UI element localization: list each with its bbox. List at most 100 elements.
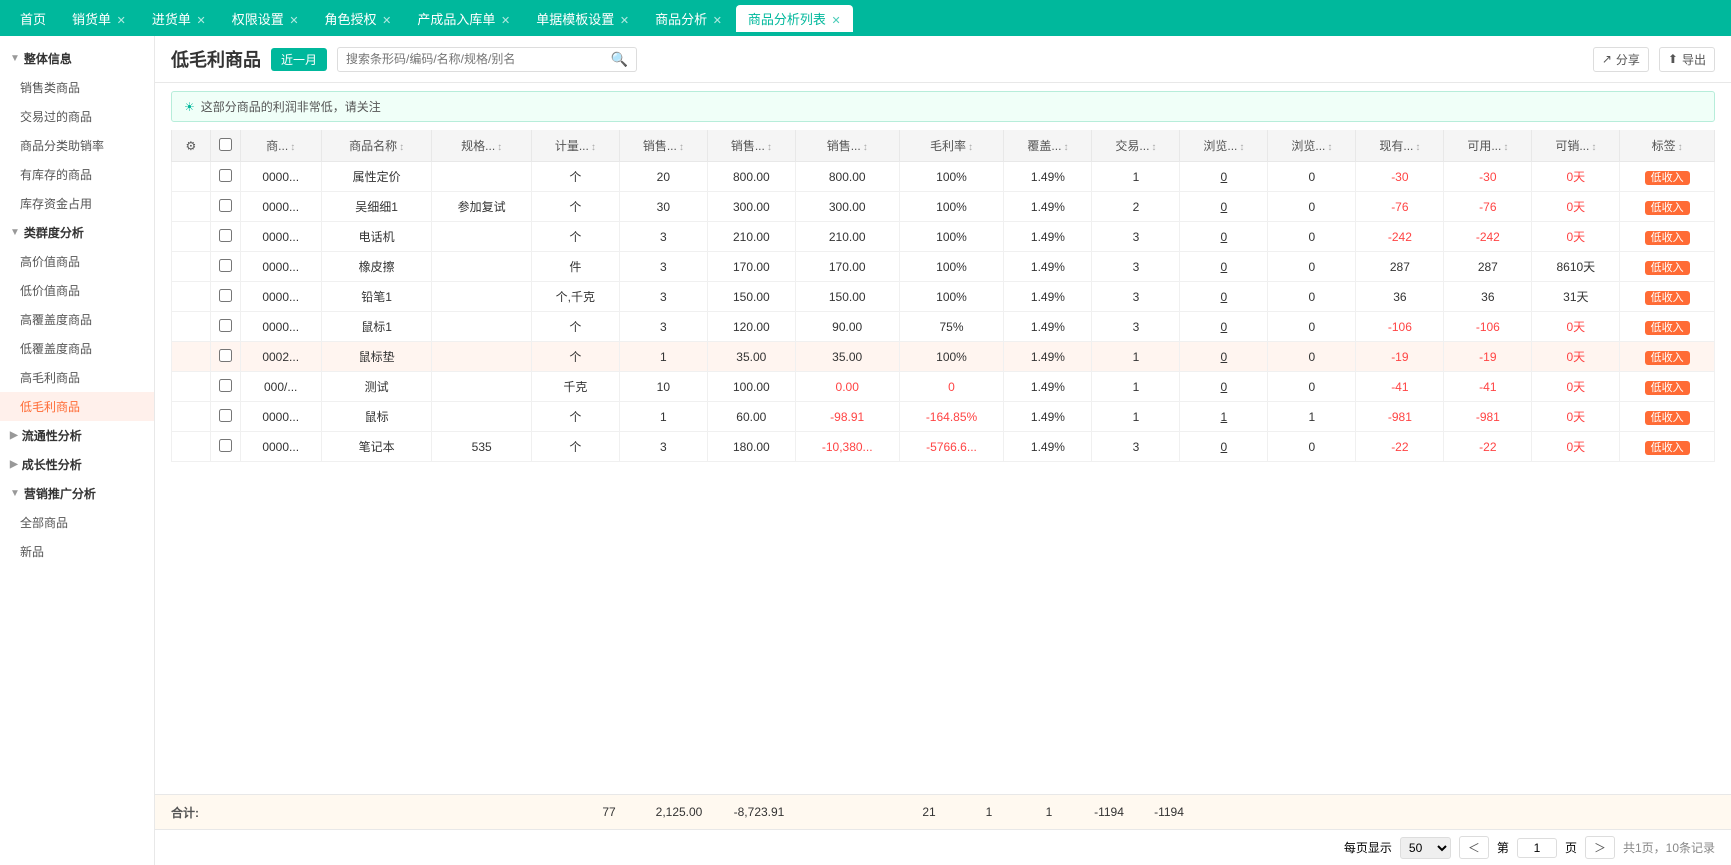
select-all-checkbox[interactable]: [219, 138, 232, 151]
share-button[interactable]: ↗ 分享: [1593, 47, 1649, 72]
sidebar-item-in-stock[interactable]: 有库存的商品: [0, 160, 154, 189]
col-sales-profit[interactable]: 销售...↕: [795, 130, 899, 162]
sidebar-item-category-rate[interactable]: 商品分类助销率: [0, 131, 154, 160]
cell-view1[interactable]: 0: [1180, 162, 1268, 192]
row-checkbox[interactable]: [219, 259, 232, 272]
cell-checkbox[interactable]: [210, 252, 240, 282]
cell-checkbox[interactable]: [210, 342, 240, 372]
search-input[interactable]: [346, 52, 611, 66]
cell-checkbox[interactable]: [210, 372, 240, 402]
sidebar-group-overall[interactable]: ▼ 整体信息: [0, 44, 154, 73]
cell-checkbox[interactable]: [210, 432, 240, 462]
nav-permissions[interactable]: 权限设置 ✕: [220, 5, 311, 32]
col-view1[interactable]: 浏览...↕: [1180, 130, 1268, 162]
nav-home[interactable]: 首页: [8, 5, 58, 32]
sidebar-group-cluster[interactable]: ▼ 类群度分析: [0, 218, 154, 247]
view1-value[interactable]: 0: [1221, 290, 1228, 304]
row-checkbox[interactable]: [219, 229, 232, 242]
nav-purchase-order[interactable]: 进货单 ✕: [140, 5, 218, 32]
nav-close-role[interactable]: ✕: [382, 15, 391, 27]
row-checkbox[interactable]: [219, 349, 232, 362]
page-size-select[interactable]: 50 100 200: [1400, 837, 1451, 859]
cell-checkbox[interactable]: [210, 162, 240, 192]
nav-close-analysis-list[interactable]: ✕: [832, 15, 841, 27]
row-checkbox[interactable]: [219, 379, 232, 392]
view1-value[interactable]: 0: [1221, 380, 1228, 394]
sidebar-item-low-margin[interactable]: 低毛利商品: [0, 392, 154, 421]
cell-checkbox[interactable]: [210, 282, 240, 312]
nav-product-analysis[interactable]: 商品分析 ✕: [643, 5, 734, 32]
cell-view1[interactable]: 0: [1180, 432, 1268, 462]
search-box[interactable]: 🔍: [337, 47, 637, 72]
nav-role-auth[interactable]: 角色授权 ✕: [313, 5, 404, 32]
row-checkbox[interactable]: [219, 199, 232, 212]
col-code[interactable]: 商...↕: [240, 130, 321, 162]
col-sales-qty[interactable]: 销售...↕: [619, 130, 707, 162]
nav-close-product[interactable]: ✕: [501, 15, 510, 27]
cell-view1[interactable]: 0: [1180, 372, 1268, 402]
sidebar-item-low-coverage[interactable]: 低覆盖度商品: [0, 334, 154, 363]
col-current-stock[interactable]: 现有...↕: [1356, 130, 1444, 162]
export-button[interactable]: ⬆ 导出: [1659, 47, 1715, 72]
row-checkbox[interactable]: [219, 409, 232, 422]
sidebar-group-growth[interactable]: ▶ 成长性分析: [0, 450, 154, 479]
col-sales-amount[interactable]: 销售...↕: [707, 130, 795, 162]
cell-view1[interactable]: 0: [1180, 312, 1268, 342]
cell-view1[interactable]: 0: [1180, 282, 1268, 312]
view1-value[interactable]: 0: [1221, 170, 1228, 184]
nav-product-entry[interactable]: 产成品入库单 ✕: [405, 5, 522, 32]
sidebar-item-new-goods[interactable]: 新品: [0, 537, 154, 566]
col-spec[interactable]: 规格...↕: [432, 130, 531, 162]
col-gross-margin[interactable]: 毛利率↕: [899, 130, 1004, 162]
col-view2[interactable]: 浏览...↕: [1268, 130, 1356, 162]
cell-checkbox[interactable]: [210, 192, 240, 222]
nav-product-analysis-list[interactable]: 商品分析列表 ✕: [736, 5, 853, 32]
nav-close-permissions[interactable]: ✕: [289, 15, 298, 27]
col-transaction[interactable]: 交易...↕: [1092, 130, 1180, 162]
cell-view1[interactable]: 0: [1180, 342, 1268, 372]
sidebar-item-high-coverage[interactable]: 高覆盖度商品: [0, 305, 154, 334]
nav-close-sales[interactable]: ✕: [117, 15, 126, 27]
row-checkbox[interactable]: [219, 319, 232, 332]
col-tag[interactable]: 标签↕: [1620, 130, 1715, 162]
col-saleable[interactable]: 可销...↕: [1532, 130, 1620, 162]
nav-close-analysis[interactable]: ✕: [713, 15, 722, 27]
col-name[interactable]: 商品名称↕: [321, 130, 432, 162]
sidebar-item-traded-goods[interactable]: 交易过的商品: [0, 102, 154, 131]
nav-close-purchase[interactable]: ✕: [196, 15, 205, 27]
col-coverage[interactable]: 覆盖...↕: [1004, 130, 1092, 162]
date-filter-button[interactable]: 近一月: [271, 48, 327, 71]
cell-checkbox[interactable]: [210, 222, 240, 252]
row-checkbox[interactable]: [219, 439, 232, 452]
cell-view1[interactable]: 0: [1180, 252, 1268, 282]
row-checkbox[interactable]: [219, 289, 232, 302]
sidebar-item-capital[interactable]: 库存资金占用: [0, 189, 154, 218]
prev-page-button[interactable]: ＜: [1459, 836, 1489, 859]
nav-template-settings[interactable]: 单据模板设置 ✕: [524, 5, 641, 32]
col-checkbox-all[interactable]: [210, 130, 240, 162]
sidebar-item-all-goods[interactable]: 全部商品: [0, 508, 154, 537]
cell-checkbox[interactable]: [210, 402, 240, 432]
sidebar-group-liquidity[interactable]: ▶ 流通性分析: [0, 421, 154, 450]
col-available[interactable]: 可用...↕: [1444, 130, 1532, 162]
view1-value[interactable]: 0: [1221, 200, 1228, 214]
view1-value[interactable]: 0: [1221, 440, 1228, 454]
col-unit[interactable]: 计量...↕: [531, 130, 619, 162]
sidebar-item-low-value[interactable]: 低价值商品: [0, 276, 154, 305]
sidebar-group-marketing[interactable]: ▼ 营销推广分析: [0, 479, 154, 508]
sidebar-item-high-value[interactable]: 高价值商品: [0, 247, 154, 276]
cell-view1[interactable]: 0: [1180, 222, 1268, 252]
sidebar-item-high-margin[interactable]: 高毛利商品: [0, 363, 154, 392]
sidebar-item-sales-goods[interactable]: 销售类商品: [0, 73, 154, 102]
view1-value[interactable]: 0: [1221, 230, 1228, 244]
cell-checkbox[interactable]: [210, 312, 240, 342]
row-checkbox[interactable]: [219, 169, 232, 182]
cell-view1[interactable]: 1: [1180, 402, 1268, 432]
nav-sales-order[interactable]: 销货单 ✕: [60, 5, 138, 32]
page-number-input[interactable]: [1517, 838, 1557, 858]
col-settings[interactable]: ⚙: [172, 130, 211, 162]
cell-view1[interactable]: 0: [1180, 192, 1268, 222]
nav-close-template[interactable]: ✕: [620, 15, 629, 27]
view1-value[interactable]: 0: [1221, 320, 1228, 334]
view1-value[interactable]: 0: [1221, 350, 1228, 364]
